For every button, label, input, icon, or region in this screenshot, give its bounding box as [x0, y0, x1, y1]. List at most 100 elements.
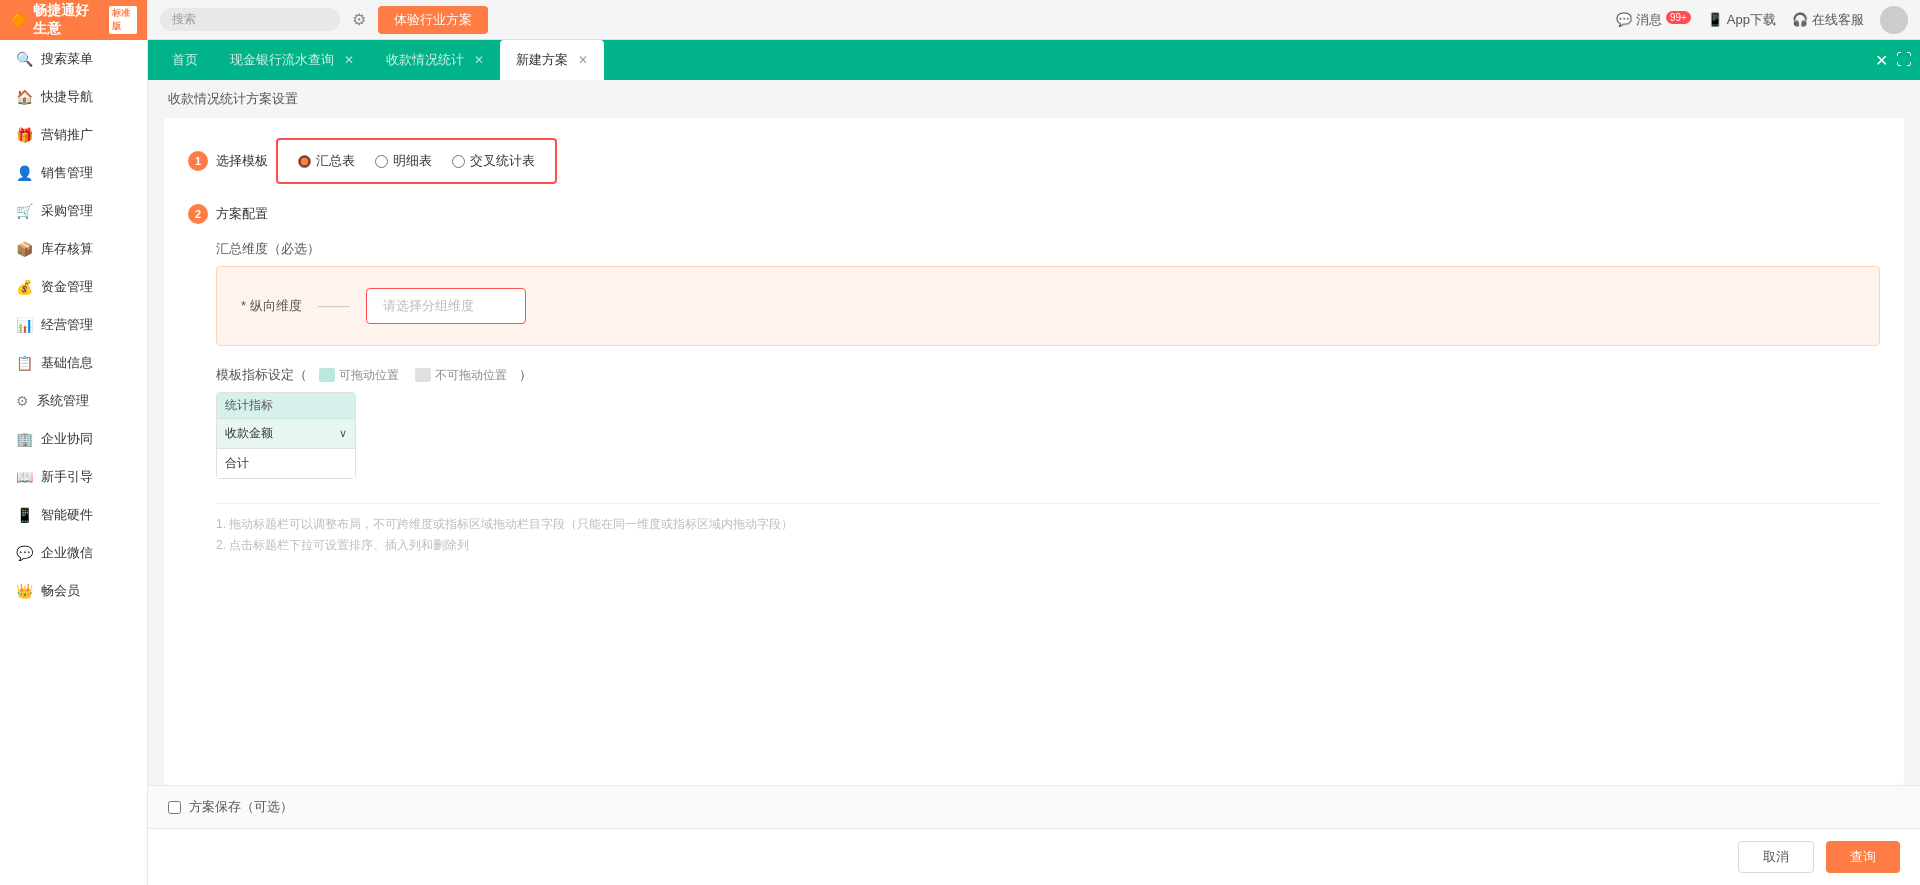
step2-header: 2 方案配置 [188, 204, 1880, 224]
step1-circle: 1 [188, 151, 208, 171]
tab-new-plan-close[interactable]: ✕ [578, 53, 588, 67]
topbar-left: 搜索 ⚙ 体验行业方案 [160, 6, 488, 34]
sidebar-item-hardware[interactable]: 📱 智能硬件 [0, 496, 147, 534]
tip-2-text: 2. 点击标题栏下拉可设置排序、插入列和删除列 [216, 538, 469, 552]
arrow-icon: —— [318, 297, 350, 315]
tab-home-label: 首页 [172, 51, 198, 69]
sidebar-item-quick-nav[interactable]: 🏠 快捷导航 [0, 78, 147, 116]
search-bar[interactable]: 搜索 [160, 8, 340, 31]
sidebar-item-inventory[interactable]: 📦 库存核算 [0, 230, 147, 268]
dimension-title: 汇总维度（必选） [216, 240, 1880, 258]
clipboard-icon: 📋 [16, 355, 33, 371]
trial-button[interactable]: 体验行业方案 [378, 6, 488, 34]
sidebar-label: 基础信息 [41, 354, 93, 372]
stats-table: 统计指标 收款金额 ∨ 合计 [216, 392, 356, 479]
indicator-header: 模板指标设定（ 可拖动位置 不可拖动位置 [216, 366, 1880, 384]
notification-item[interactable]: 💬 消息 99+ [1616, 11, 1691, 29]
stats-row-label: 收款金额 [225, 425, 273, 442]
tab-new-plan-label: 新建方案 [516, 51, 568, 69]
sidebar-item-sales[interactable]: 👤 销售管理 [0, 154, 147, 192]
close-window-icon[interactable]: ✕ [1875, 51, 1888, 70]
download-label: App下载 [1727, 11, 1776, 29]
sidebar-label: 采购管理 [41, 202, 93, 220]
query-button[interactable]: 查询 [1826, 841, 1900, 873]
stats-header: 统计指标 [217, 393, 355, 418]
step1-header: 1 选择模板 汇总表 明细表 交叉统计表 [188, 138, 1880, 184]
nav-tabs-actions: ✕ ⛶ [1875, 51, 1912, 70]
radio-cross[interactable]: 交叉统计表 [452, 152, 535, 170]
sidebar-label: 畅会员 [41, 582, 80, 600]
non-draggable-box [415, 368, 431, 382]
radio-summary-input[interactable] [298, 155, 311, 168]
settings-icon[interactable]: ⚙ [352, 10, 366, 29]
gear-icon: ⚙ [16, 393, 29, 409]
money-icon: 💰 [16, 279, 33, 295]
radio-cross-input[interactable] [452, 155, 465, 168]
sidebar-label: 智能硬件 [41, 506, 93, 524]
draggable-legend: 可拖动位置 [319, 367, 399, 384]
maximize-icon[interactable]: ⛶ [1896, 51, 1912, 70]
sidebar-item-enterprise[interactable]: 🏢 企业协同 [0, 420, 147, 458]
dimension-selector[interactable]: 请选择分组维度 [366, 288, 526, 324]
tab-cash-flow[interactable]: 现金银行流水查询 ✕ [214, 40, 370, 80]
page-body: 1 选择模板 汇总表 明细表 交叉统计表 [164, 118, 1904, 785]
building-icon: 🏢 [16, 431, 33, 447]
indicator-suffix: ） [519, 366, 532, 384]
chat-icon: 💬 [16, 545, 33, 561]
sidebar-label: 资金管理 [41, 278, 93, 296]
sidebar-item-guide[interactable]: 📖 新手引导 [0, 458, 147, 496]
tab-new-plan[interactable]: 新建方案 ✕ [500, 40, 604, 80]
sidebar-logo: 🔶 畅捷通好生意 标准版 [0, 0, 147, 40]
sidebar-item-finance[interactable]: 💰 资金管理 [0, 268, 147, 306]
tip-1: 1. 拖动标题栏可以调整布局，不可跨维度或指标区域拖动栏目字段（只能在同一维度或… [216, 516, 1880, 533]
download-item[interactable]: 📱 App下载 [1707, 11, 1776, 29]
tip-2: 2. 点击标题栏下拉可设置排序、插入列和删除列 [216, 537, 1880, 554]
book-icon: 📖 [16, 469, 33, 485]
stats-dropdown-icon[interactable]: ∨ [339, 427, 347, 440]
sidebar-label: 搜索菜单 [41, 50, 93, 68]
person-icon: 👤 [16, 165, 33, 181]
save-label: 方案保存（可选） [189, 798, 293, 816]
sidebar-item-search-menu[interactable]: 🔍 搜索菜单 [0, 40, 147, 78]
content-area: 收款情况统计方案设置 1 选择模板 汇总表 明细表 [148, 80, 1920, 885]
dimension-container: 汇总维度（必选） * 纵向维度 —— 请选择分组维度 模板指标设定（ [216, 240, 1880, 554]
tab-cash-flow-close[interactable]: ✕ [344, 53, 354, 67]
template-selection-box: 汇总表 明细表 交叉统计表 [276, 138, 557, 184]
radio-detail[interactable]: 明细表 [375, 152, 432, 170]
radio-cross-label: 交叉统计表 [470, 152, 535, 170]
radio-summary[interactable]: 汇总表 [298, 152, 355, 170]
non-draggable-legend: 不可拖动位置 [415, 367, 507, 384]
crown-icon: 👑 [16, 583, 33, 599]
stats-row[interactable]: 收款金额 ∨ [217, 418, 355, 448]
radio-detail-input[interactable] [375, 155, 388, 168]
user-avatar[interactable] [1880, 6, 1908, 34]
step2-title: 方案配置 [216, 205, 268, 223]
sidebar-item-member[interactable]: 👑 畅会员 [0, 572, 147, 610]
sidebar-item-wechat[interactable]: 💬 企业微信 [0, 534, 147, 572]
cancel-button[interactable]: 取消 [1738, 841, 1814, 873]
tab-home[interactable]: 首页 [156, 40, 214, 80]
search-icon: 🔍 [16, 51, 33, 67]
indicator-title: 模板指标设定（ [216, 366, 307, 384]
service-item[interactable]: 🎧 在线客服 [1792, 11, 1864, 29]
service-icon: 🎧 [1792, 12, 1808, 27]
breadcrumb-text: 收款情况统计方案设置 [168, 91, 298, 106]
sidebar-label: 销售管理 [41, 164, 93, 182]
topbar-right: 💬 消息 99+ 📱 App下载 🎧 在线客服 [1616, 6, 1908, 34]
vertical-dim-label: * 纵向维度 [241, 297, 302, 315]
sidebar-item-operations[interactable]: 📊 经营管理 [0, 306, 147, 344]
tab-receivables[interactable]: 收款情况统计 ✕ [370, 40, 500, 80]
stats-total: 合计 [217, 448, 355, 478]
sidebar-item-basic-info[interactable]: 📋 基础信息 [0, 344, 147, 382]
nav-tabs: 首页 现金银行流水查询 ✕ 收款情况统计 ✕ 新建方案 ✕ ✕ ⛶ [148, 40, 1920, 80]
box-icon: 📦 [16, 241, 33, 257]
step1-title: 选择模板 [216, 152, 268, 170]
sidebar-item-system[interactable]: ⚙ 系统管理 [0, 382, 147, 420]
tab-receivables-close[interactable]: ✕ [474, 53, 484, 67]
dimension-area: * 纵向维度 —— 请选择分组维度 [216, 266, 1880, 346]
save-checkbox[interactable] [168, 801, 181, 814]
sidebar-item-marketing[interactable]: 🎁 营销推广 [0, 116, 147, 154]
sidebar-label: 经营管理 [41, 316, 93, 334]
message-icon: 💬 [1616, 12, 1632, 27]
sidebar-item-purchase[interactable]: 🛒 采购管理 [0, 192, 147, 230]
